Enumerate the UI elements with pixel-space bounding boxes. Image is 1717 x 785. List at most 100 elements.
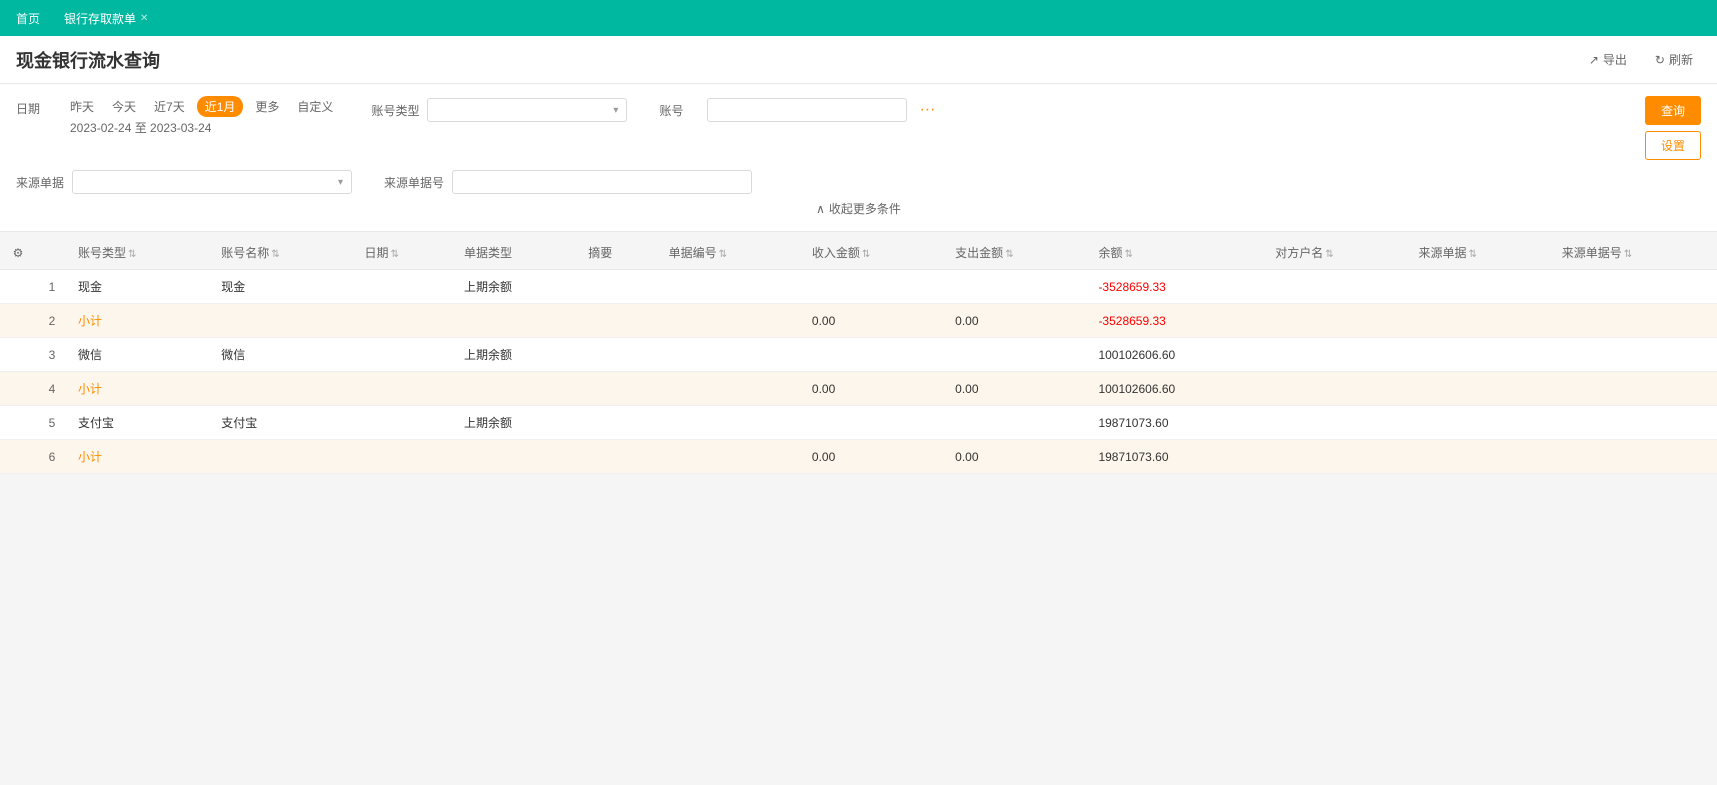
source-doc-num-input[interactable]: [452, 170, 752, 194]
cell-source_doc_num: [1552, 270, 1717, 304]
gear-column-header[interactable]: ⚙: [0, 236, 36, 270]
row-gear-cell: [0, 440, 36, 474]
table-row: 3微信微信上期余额100102606.60: [0, 338, 1717, 372]
table-container: ⚙账号类型⇅账号名称⇅日期⇅单据类型摘要单据编号⇅收入金额⇅支出金额⇅余额⇅对方…: [0, 236, 1717, 474]
export-button[interactable]: ↗ 导出: [1581, 47, 1635, 72]
chevron-down-icon: ▾: [613, 105, 618, 116]
collapse-icon: ∧: [816, 202, 825, 216]
cell-source_doc_num: [1552, 406, 1717, 440]
col-header-account_name[interactable]: 账号名称⇅: [211, 236, 354, 270]
col-header-date[interactable]: 日期⇅: [355, 236, 454, 270]
sort-icon-income: ⇅: [862, 249, 870, 260]
sort-icon-date: ⇅: [391, 249, 399, 260]
cell-doc_type: 上期余额: [454, 406, 578, 440]
account-label: 账号: [659, 102, 699, 119]
cell-counterpart: [1265, 372, 1408, 406]
col-header-source_doc[interactable]: 来源单据⇅: [1408, 236, 1551, 270]
row-number: 6: [36, 440, 68, 474]
tab-close-icon[interactable]: ✕: [140, 13, 148, 24]
tab-bank-deposits[interactable]: 银行存取款单 ✕: [52, 0, 184, 36]
tab-label: 银行存取款单: [64, 10, 136, 27]
cell-summary: [578, 338, 658, 372]
sort-icon-account_name: ⇅: [271, 249, 279, 260]
cell-source_doc: [1408, 440, 1551, 474]
cell-counterpart: [1265, 270, 1408, 304]
col-header-doc_number[interactable]: 单据编号⇅: [659, 236, 802, 270]
source-doc-chevron-icon: ▾: [338, 177, 343, 188]
cell-date: [355, 372, 454, 406]
row-number: 4: [36, 372, 68, 406]
row-number: 2: [36, 304, 68, 338]
account-more-btn[interactable]: ···: [915, 101, 939, 119]
row-gear-cell: [0, 406, 36, 440]
export-icon: ↗: [1589, 53, 1599, 67]
source-doc-label: 来源单据: [16, 174, 64, 191]
cell-balance: 19871073.60: [1088, 440, 1265, 474]
cell-source_doc: [1408, 304, 1551, 338]
account-type-select[interactable]: ▾: [427, 98, 627, 122]
col-header-summary: 摘要: [578, 236, 658, 270]
collapse-label: 收起更多条件: [829, 200, 901, 217]
cell-account_name: [211, 440, 354, 474]
source-doc-value: [81, 175, 338, 189]
cell-source_doc_num: [1552, 338, 1717, 372]
cell-doc_number: [659, 270, 802, 304]
cell-summary: [578, 372, 658, 406]
cell-summary: [578, 440, 658, 474]
cell-doc_type: [454, 440, 578, 474]
col-header-balance[interactable]: 余额⇅: [1088, 236, 1265, 270]
col-header-counterpart[interactable]: 对方户名⇅: [1265, 236, 1408, 270]
cell-counterpart: [1265, 304, 1408, 338]
cell-expense: [945, 406, 1088, 440]
cell-doc_type: [454, 304, 578, 338]
cell-income: 0.00: [802, 304, 945, 338]
cell-account_type: 支付宝: [68, 406, 211, 440]
date-btn-更多[interactable]: 更多: [249, 96, 285, 117]
col-header-account_type[interactable]: 账号类型⇅: [68, 236, 211, 270]
col-header-expense[interactable]: 支出金额⇅: [945, 236, 1088, 270]
cell-expense: 0.00: [945, 372, 1088, 406]
date-btn-自定义[interactable]: 自定义: [291, 96, 339, 117]
sort-icon-counterpart: ⇅: [1325, 249, 1333, 260]
date-range: 2023-02-24 至 2023-03-24: [70, 119, 339, 136]
col-header-source_doc_num[interactable]: 来源单据号⇅: [1552, 236, 1717, 270]
date-btn-昨天[interactable]: 昨天: [64, 96, 100, 117]
table-row: 2小计0.000.00-3528659.33: [0, 304, 1717, 338]
cell-account_name: [211, 304, 354, 338]
cell-balance: 100102606.60: [1088, 338, 1265, 372]
date-btn-今天[interactable]: 今天: [106, 96, 142, 117]
refresh-icon: ↻: [1655, 53, 1665, 67]
refresh-button[interactable]: ↻ 刷新: [1647, 47, 1701, 72]
settings-button[interactable]: 设置: [1645, 131, 1701, 160]
filter-area: 日期 昨天今天近7天近1月更多自定义 2023-02-24 至 2023-03-…: [0, 84, 1717, 232]
cell-account_name: 微信: [211, 338, 354, 372]
row-gear-cell: [0, 372, 36, 406]
account-input[interactable]: [707, 98, 907, 122]
cell-income: [802, 338, 945, 372]
cell-account_type: 现金: [68, 270, 211, 304]
row-gear-cell: [0, 338, 36, 372]
header-actions: ↗ 导出 ↻ 刷新: [1581, 47, 1701, 72]
collapse-bar[interactable]: ∧ 收起更多条件: [16, 194, 1701, 219]
cell-date: [355, 270, 454, 304]
date-btn-近7天[interactable]: 近7天: [148, 96, 191, 117]
source-doc-select[interactable]: ▾: [72, 170, 352, 194]
date-btn-近1月[interactable]: 近1月: [197, 96, 244, 117]
account-type-label: 账号类型: [371, 102, 419, 119]
row-number: 1: [36, 270, 68, 304]
query-button[interactable]: 查询: [1645, 96, 1701, 125]
cell-expense: 0.00: [945, 440, 1088, 474]
col-header-income[interactable]: 收入金额⇅: [802, 236, 945, 270]
sort-icon-source_doc_num: ⇅: [1624, 249, 1632, 260]
cell-doc_number: [659, 440, 802, 474]
cell-account_type: 小计: [68, 440, 211, 474]
cell-doc_number: [659, 406, 802, 440]
sort-icon-account_type: ⇅: [128, 249, 136, 260]
nav-home[interactable]: 首页: [4, 0, 52, 36]
table-row: 1现金现金上期余额-3528659.33: [0, 270, 1717, 304]
row-number: 5: [36, 406, 68, 440]
cell-doc_type: 上期余额: [454, 338, 578, 372]
cell-summary: [578, 304, 658, 338]
cell-account_type: 小计: [68, 372, 211, 406]
cell-source_doc_num: [1552, 372, 1717, 406]
